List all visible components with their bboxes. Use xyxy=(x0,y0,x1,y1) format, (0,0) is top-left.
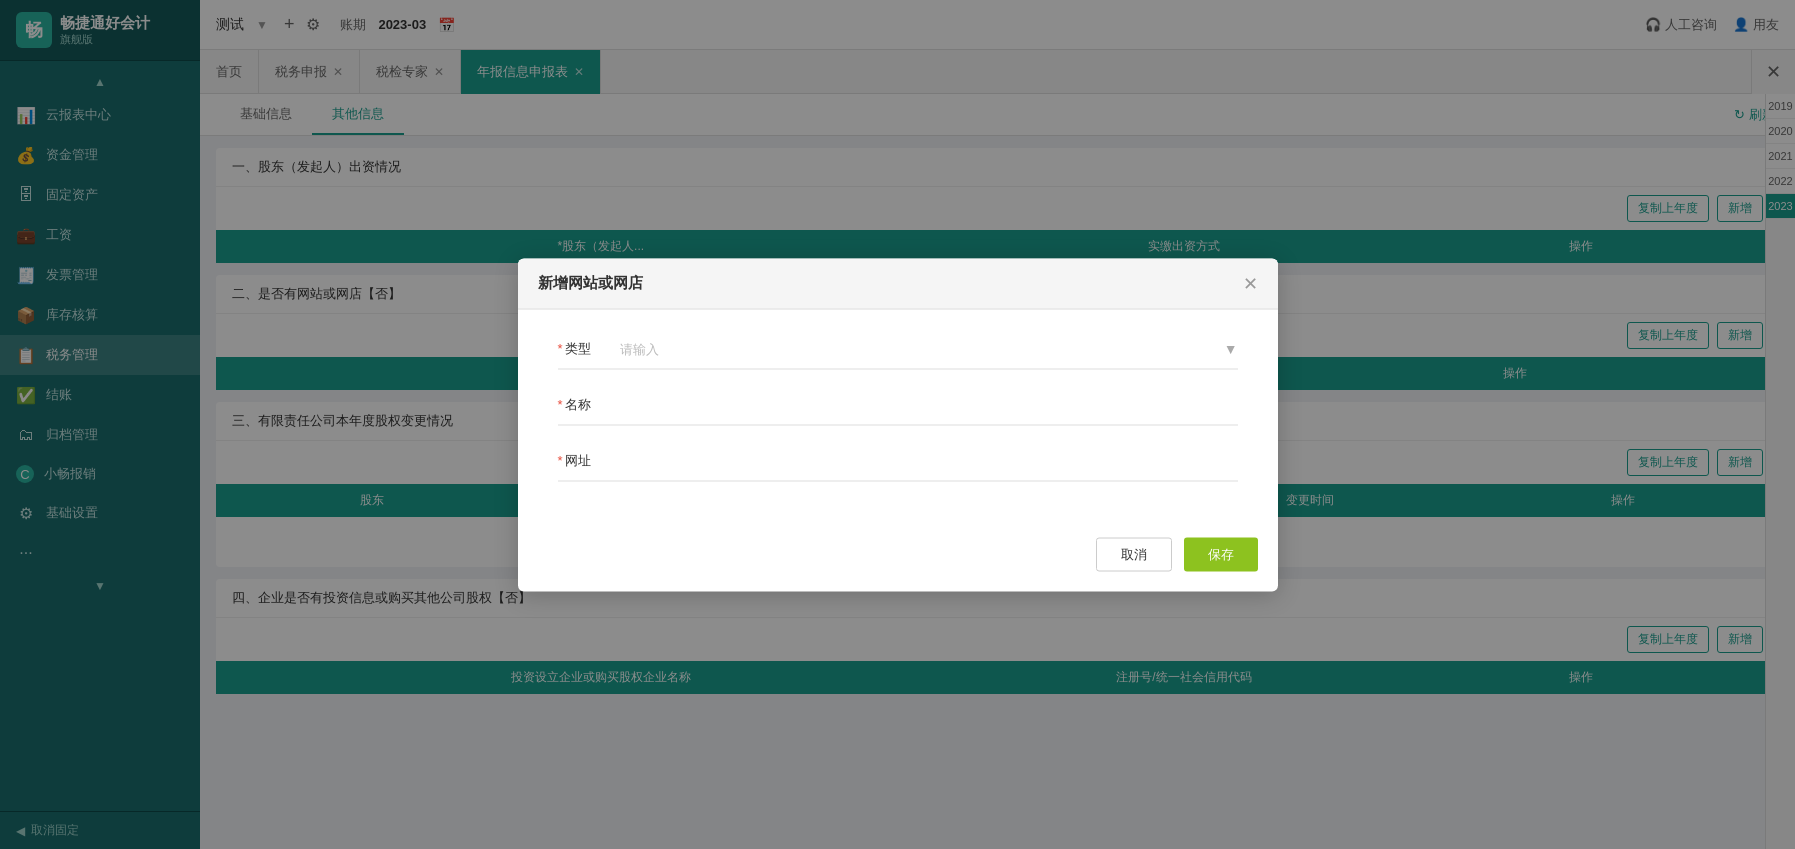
form-field-type: *类型 ▼ xyxy=(558,337,1238,369)
cancel-button[interactable]: 取消 xyxy=(1096,537,1172,571)
dialog-title: 新增网站或网店 xyxy=(538,274,643,293)
type-input[interactable] xyxy=(620,337,1212,360)
type-dropdown-icon[interactable]: ▼ xyxy=(1224,341,1238,357)
name-label: *名称 xyxy=(558,396,608,414)
form-field-url: *网址 xyxy=(558,449,1238,481)
url-label: *网址 xyxy=(558,452,608,470)
dialog-header: 新增网站或网店 ✕ xyxy=(518,258,1278,309)
add-website-dialog: 新增网站或网店 ✕ *类型 ▼ *名称 xyxy=(518,258,1278,591)
dialog-close-button[interactable]: ✕ xyxy=(1243,272,1258,294)
save-button[interactable]: 保存 xyxy=(1184,537,1258,571)
dialog-body: *类型 ▼ *名称 *网址 xyxy=(518,309,1278,525)
form-field-name-row: *名称 xyxy=(558,393,1238,425)
dialog-footer: 取消 保存 xyxy=(518,525,1278,591)
name-required-mark: * xyxy=(558,397,563,412)
type-label: *类型 xyxy=(558,340,608,358)
form-field-type-row: *类型 ▼ xyxy=(558,337,1238,369)
url-input[interactable] xyxy=(620,449,1238,472)
name-input[interactable] xyxy=(620,393,1238,416)
form-field-url-row: *网址 xyxy=(558,449,1238,481)
url-required-mark: * xyxy=(558,453,563,468)
type-required-mark: * xyxy=(558,341,563,356)
form-field-name: *名称 xyxy=(558,393,1238,425)
